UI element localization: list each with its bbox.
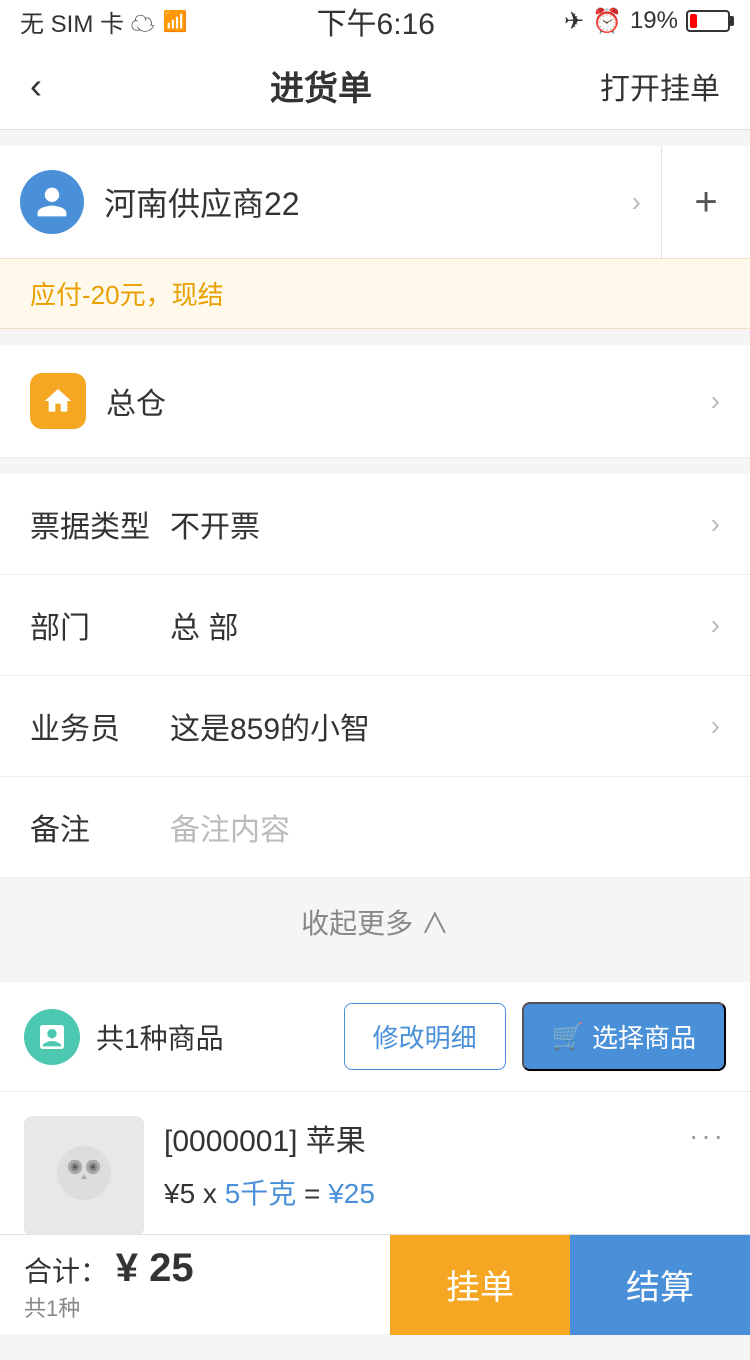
remark-input[interactable]: 备注内容 xyxy=(150,805,720,849)
remark-label: 备注 xyxy=(30,805,150,849)
total-row: 合计： ¥ 25 xyxy=(24,1246,366,1291)
warehouse-name: 总仓 xyxy=(106,379,711,423)
department-value: 总 部 xyxy=(150,603,711,647)
total-price: ¥25 xyxy=(328,1178,375,1209)
divider-3 xyxy=(0,458,750,474)
battery-icon xyxy=(686,10,730,32)
product-price: ¥5 x 5千克 = ¥25 xyxy=(164,1172,669,1212)
total-area: 合计： ¥ 25 共1种 xyxy=(0,1246,390,1323)
salesman-label: 业务员 xyxy=(30,704,150,748)
select-product-label: 选择商品 xyxy=(592,1018,696,1055)
product-details: [0000001] 苹果 ¥5 x 5千克 = ¥25 xyxy=(164,1116,669,1212)
salesman-row[interactable]: 业务员 这是859的小智 › xyxy=(0,676,750,777)
divider-2 xyxy=(0,329,750,345)
warehouse-chevron-icon: › xyxy=(711,385,720,417)
department-row[interactable]: 部门 总 部 › xyxy=(0,575,750,676)
total-label: 合计： xyxy=(24,1256,108,1287)
divider-4 xyxy=(0,966,750,982)
supplier-name: 河南供应商22 xyxy=(104,179,632,225)
product-name: [0000001] 苹果 xyxy=(164,1116,669,1160)
supplier-selector[interactable]: 河南供应商22 › xyxy=(0,146,662,258)
salesman-value: 这是859的小智 xyxy=(150,704,711,748)
warehouse-row[interactable]: 总仓 › xyxy=(0,345,750,458)
ticket-type-chevron-icon: › xyxy=(711,508,720,540)
product-icon xyxy=(24,1009,80,1065)
more-options-icon[interactable]: ··· xyxy=(689,1120,726,1152)
select-product-button[interactable]: 🛒 选择商品 xyxy=(522,1002,726,1071)
location-icon: ✈ xyxy=(564,7,584,36)
alarm-icon: ⏰ xyxy=(592,7,622,36)
ticket-type-row[interactable]: 票据类型 不开票 › xyxy=(0,474,750,575)
product-thumbnail xyxy=(24,1116,144,1236)
status-right: ✈ ⏰ 19% xyxy=(564,7,730,36)
status-bar: 无 SIM 卡 ☁ 📶 下午6:16 ✈ ⏰ 19% xyxy=(0,0,750,42)
nav-bar: ‹ 进货单 打开挂单 xyxy=(0,42,750,130)
edit-detail-button[interactable]: 修改明细 xyxy=(344,1003,506,1070)
supplier-chevron-icon: › xyxy=(632,186,641,218)
product-header: 共1种商品 修改明细 🛒 选择商品 xyxy=(0,982,750,1092)
total-count: 共1种 xyxy=(24,1291,366,1323)
checkout-button[interactable]: 结算 xyxy=(570,1235,750,1335)
remark-row[interactable]: 备注 备注内容 xyxy=(0,777,750,878)
info-banner: 应付-20元，现结 xyxy=(0,258,750,329)
wifi-icon: 📶 xyxy=(163,9,188,34)
supplier-avatar xyxy=(20,170,84,234)
product-count: 共1种商品 xyxy=(96,1017,328,1057)
sim-text: 无 SIM 卡 ☁ xyxy=(20,4,155,39)
total-amount: ¥ 25 xyxy=(116,1246,194,1290)
department-chevron-icon: › xyxy=(711,609,720,641)
supplier-section: 河南供应商22 › + xyxy=(0,146,750,258)
quantity-value: 5千克 xyxy=(225,1178,297,1209)
ticket-type-label: 票据类型 xyxy=(30,502,150,546)
unit-price: ¥5 x xyxy=(164,1178,225,1209)
open-pending-button[interactable]: 打开挂单 xyxy=(600,64,720,108)
product-more-button[interactable]: ··· xyxy=(689,1116,726,1152)
hold-order-button[interactable]: 挂单 xyxy=(390,1235,570,1335)
page-title: 进货单 xyxy=(270,61,372,110)
department-label: 部门 xyxy=(30,603,150,647)
status-time: 下午6:16 xyxy=(317,0,435,43)
bottom-bar: 合计： ¥ 25 共1种 挂单 结算 xyxy=(0,1234,750,1334)
divider-1 xyxy=(0,130,750,146)
ticket-type-value: 不开票 xyxy=(150,502,711,546)
battery-percent: 19% xyxy=(630,7,678,35)
cart-icon: 🛒 xyxy=(552,1021,584,1052)
status-left: 无 SIM 卡 ☁ 📶 xyxy=(20,4,188,39)
equals-sign: = xyxy=(296,1178,328,1209)
back-button[interactable]: ‹ xyxy=(30,65,42,107)
warehouse-icon xyxy=(30,373,86,429)
salesman-chevron-icon: › xyxy=(711,710,720,742)
collapse-button[interactable]: 收起更多 ∧ xyxy=(0,878,750,966)
add-supplier-button[interactable]: + xyxy=(662,146,750,258)
